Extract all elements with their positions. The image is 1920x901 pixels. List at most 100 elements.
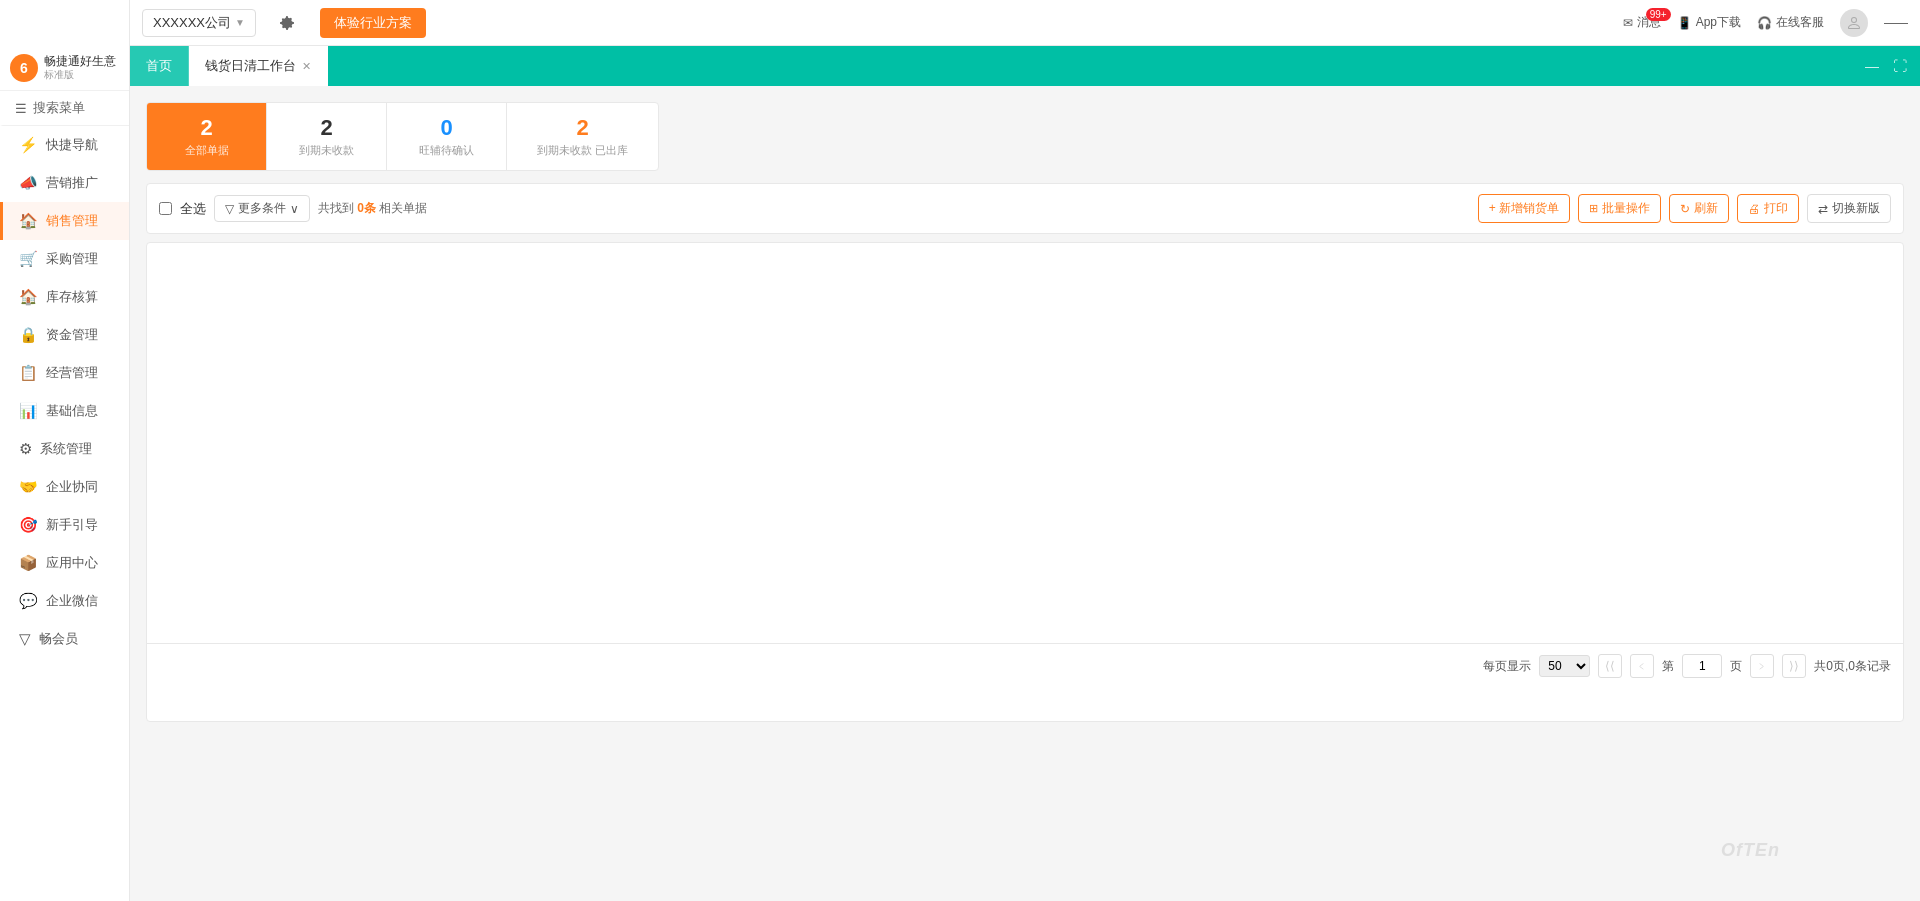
logo-sub: 标准版 xyxy=(44,68,116,82)
inventory-icon: 🏠 xyxy=(19,288,38,306)
sidebar-item-purchase[interactable]: 🛒 采购管理 xyxy=(0,240,129,278)
page-size-select[interactable]: 50 20 100 xyxy=(1539,655,1590,677)
stats-cards: 2 全部单据 2 到期未收款 0 旺辅待确认 2 到期未收款 已出库 xyxy=(146,102,659,171)
select-all-checkbox[interactable] xyxy=(159,202,172,215)
sidebar-cooperation-label: 企业协同 xyxy=(46,478,98,496)
top-header: 6 畅捷通好生意 标准版 ☰ 搜索菜单 ⚡ 快捷导航 📣 营销推广 🏠 xyxy=(0,0,1920,46)
switch-version-btn[interactable]: ⇄ 切换新版 xyxy=(1807,194,1891,223)
sidebar-item-member[interactable]: ▽ 畅会员 xyxy=(0,620,129,658)
sidebar-item-cooperation[interactable]: 🤝 企业协同 xyxy=(0,468,129,506)
sidebar-guide-label: 新手引导 xyxy=(46,516,98,534)
sidebar-item-app-center[interactable]: 📦 应用中心 xyxy=(0,544,129,582)
sidebar-item-quick-nav[interactable]: ⚡ 快捷导航 xyxy=(0,126,129,164)
cooperation-icon: 🤝 xyxy=(19,478,38,496)
company-dropdown-arrow: ▼ xyxy=(235,17,245,28)
sidebar-base-info-label: 基础信息 xyxy=(46,402,98,420)
app-center-icon: 📦 xyxy=(19,554,38,572)
stat-shipped-label: 到期未收款 已出库 xyxy=(537,143,628,158)
sidebar-purchase-label: 采购管理 xyxy=(46,250,98,268)
stat-pending-number: 0 xyxy=(417,115,476,141)
stat-shipped-unpaid[interactable]: 2 到期未收款 已出库 xyxy=(507,103,658,170)
sidebar-inventory-label: 库存核算 xyxy=(46,288,98,306)
sidebar-search-label: 搜索菜单 xyxy=(33,99,85,117)
batch-ops-btn[interactable]: ⊞ 批量操作 xyxy=(1578,194,1661,223)
headset-icon: 🎧 xyxy=(1757,16,1772,30)
sidebar-item-operations[interactable]: 📋 经营管理 xyxy=(0,354,129,392)
stat-all-orders-label: 全部单据 xyxy=(177,143,236,158)
tab-cash-flow[interactable]: 钱货日清工作台 ✕ xyxy=(189,46,328,86)
sidebar-marketing-label: 营销推广 xyxy=(46,174,98,192)
stat-pending-confirm[interactable]: 0 旺辅待确认 xyxy=(387,103,507,170)
stat-all-orders[interactable]: 2 全部单据 xyxy=(147,103,267,170)
company-name: XXXXXX公司 xyxy=(153,14,231,32)
message-badge: 99+ xyxy=(1646,8,1671,21)
tab-actions: — ⛶ xyxy=(1860,46,1920,86)
refresh-btn[interactable]: ↻ 刷新 xyxy=(1669,194,1729,223)
prev-page-btn[interactable]: ﹤ xyxy=(1630,654,1654,678)
message-btn[interactable]: ✉ 消息 99+ xyxy=(1623,14,1661,31)
stat-overdue-receivable[interactable]: 2 到期未收款 xyxy=(267,103,387,170)
pagination-bar: 每页显示 50 20 100 ⟨⟨ ﹤ 第 页 ﹥ ⟩⟩ 共0页,0条记录 xyxy=(147,643,1903,688)
add-order-label: + 新增销货单 xyxy=(1489,200,1559,217)
quick-nav-icon: ⚡ xyxy=(19,136,38,154)
sidebar-item-base-info[interactable]: 📊 基础信息 xyxy=(0,392,129,430)
print-btn[interactable]: 🖨 打印 xyxy=(1737,194,1799,223)
logo-name: 畅捷通好生意 xyxy=(44,54,116,68)
sidebar: 6 畅捷通好生意 标准版 ☰ 搜索菜单 ⚡ 快捷导航 📣 营销推广 🏠 xyxy=(0,0,130,901)
last-page-btn[interactable]: ⟩⟩ xyxy=(1782,654,1806,678)
avatar[interactable] xyxy=(1840,9,1868,37)
first-page-btn[interactable]: ⟨⟨ xyxy=(1598,654,1622,678)
logo-icon: 6 xyxy=(10,54,38,82)
company-selector[interactable]: XXXXXX公司 ▼ xyxy=(142,9,256,37)
sidebar-item-finance[interactable]: 🔒 资金管理 xyxy=(0,316,129,354)
sidebar-app-center-label: 应用中心 xyxy=(46,554,98,572)
system-icon: ⚙ xyxy=(19,440,32,458)
print-label: 打印 xyxy=(1764,200,1788,217)
purchase-icon: 🛒 xyxy=(19,250,38,268)
page-label: 第 xyxy=(1662,658,1674,675)
total-text: 共0页,0条记录 xyxy=(1814,658,1891,675)
sidebar-item-guide[interactable]: 🎯 新手引导 xyxy=(0,506,129,544)
sidebar-item-system[interactable]: ⚙ 系统管理 xyxy=(0,430,129,468)
sidebar-item-marketing[interactable]: 📣 营销推广 xyxy=(0,164,129,202)
add-order-btn[interactable]: + 新增销货单 xyxy=(1478,194,1570,223)
tab-maximize-btn[interactable]: ⛶ xyxy=(1888,54,1912,78)
nav-tabs-bar: 首页 钱货日清工作台 ✕ — ⛶ xyxy=(130,46,1920,86)
batch-label: 批量操作 xyxy=(1602,200,1650,217)
more-filter-btn[interactable]: ▽ 更多条件 ∨ xyxy=(214,195,310,222)
found-text: 共找到 0条 相关单据 xyxy=(318,200,427,217)
app-download-label: App下载 xyxy=(1696,14,1741,31)
marketing-icon: 📣 xyxy=(19,174,38,192)
username: —— xyxy=(1884,16,1908,30)
app-download-btn[interactable]: 📱 App下载 xyxy=(1677,14,1741,31)
per-page-label: 每页显示 xyxy=(1483,658,1531,675)
member-icon: ▽ xyxy=(19,630,31,648)
sidebar-operations-label: 经营管理 xyxy=(46,364,98,382)
tab-close-btn[interactable]: ✕ xyxy=(302,60,311,73)
select-all-label: 全选 xyxy=(180,200,206,218)
sidebar-quick-nav-label: 快捷导航 xyxy=(46,136,98,154)
main-content: 2 全部单据 2 到期未收款 0 旺辅待确认 2 到期未收款 已出库 全选 ▽ … xyxy=(130,86,1920,901)
sidebar-item-wechat[interactable]: 💬 企业微信 xyxy=(0,582,129,620)
sidebar-item-search[interactable]: ☰ 搜索菜单 xyxy=(0,91,129,126)
sidebar-member-label: 畅会员 xyxy=(39,630,78,648)
filter-label: 更多条件 xyxy=(238,200,286,217)
refresh-label: 刷新 xyxy=(1694,200,1718,217)
filter-chevron: ∨ xyxy=(290,202,299,216)
experience-btn[interactable]: 体验行业方案 xyxy=(320,8,426,38)
message-icon: ✉ xyxy=(1623,16,1633,30)
wechat-icon: 💬 xyxy=(19,592,38,610)
stat-overdue-number: 2 xyxy=(297,115,356,141)
sidebar-wechat-label: 企业微信 xyxy=(46,592,98,610)
sidebar-item-inventory[interactable]: 🏠 库存核算 xyxy=(0,278,129,316)
next-page-btn[interactable]: ﹥ xyxy=(1750,654,1774,678)
tab-minimize-btn[interactable]: — xyxy=(1860,54,1884,78)
settings-button[interactable] xyxy=(272,8,302,38)
refresh-icon: ↻ xyxy=(1680,202,1690,216)
page-input[interactable] xyxy=(1682,654,1722,678)
search-icon: ☰ xyxy=(15,101,27,116)
online-service-btn[interactable]: 🎧 在线客服 xyxy=(1757,14,1824,31)
tab-home[interactable]: 首页 xyxy=(130,46,189,86)
sidebar-item-sales[interactable]: 🏠 销售管理 xyxy=(0,202,129,240)
home-tab-label: 首页 xyxy=(146,57,172,75)
